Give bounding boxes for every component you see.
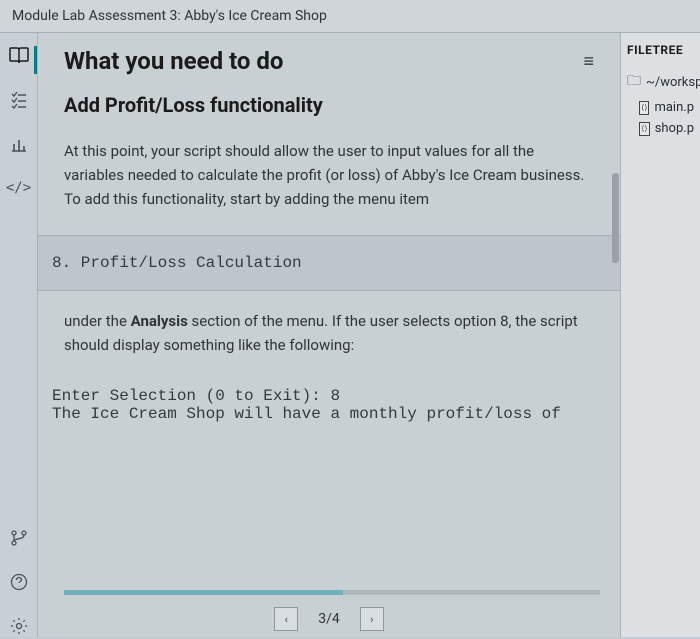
paragraph-1: At this point, your script should allow … xyxy=(64,139,594,211)
scrollbar[interactable] xyxy=(610,33,620,637)
pager-next-button[interactable]: › xyxy=(360,607,384,631)
window-title: Module Lab Assessment 3: Abby's Ice Crea… xyxy=(0,0,700,33)
gear-icon[interactable] xyxy=(8,615,30,637)
paragraph-2: under the Analysis section of the menu. … xyxy=(64,309,594,357)
instructions-panel: What you need to do ≡ Add Profit/Loss fu… xyxy=(38,33,620,637)
file-tree-panel: FILETREE 🗀 ~/workspa ⟨⟩ main.p ⟨⟩ shop.p xyxy=(620,33,700,637)
help-icon[interactable] xyxy=(8,571,30,593)
pager-prev-button[interactable]: ‹ xyxy=(274,607,298,631)
file-tree-item[interactable]: ⟨⟩ main.p xyxy=(627,97,694,118)
folder-icon: 🗀 xyxy=(627,70,641,94)
file-tree-folder[interactable]: 🗀 ~/workspa xyxy=(627,67,694,97)
code-block-2: Enter Selection (0 to Exit): 8 The Ice C… xyxy=(38,381,620,429)
page-heading: What you need to do xyxy=(64,47,283,75)
file-tree-title: FILETREE xyxy=(627,43,694,57)
checklist-icon[interactable] xyxy=(8,89,30,111)
code-block-1: 8. Profit/Loss Calculation xyxy=(38,235,620,291)
pager: ‹ 3/4 › xyxy=(38,607,620,631)
branch-icon[interactable] xyxy=(8,527,30,549)
file-icon: ⟨⟩ xyxy=(639,101,649,115)
book-icon[interactable] xyxy=(8,45,30,67)
pager-label: 3/4 xyxy=(318,611,340,627)
hamburger-icon[interactable]: ≡ xyxy=(583,51,594,72)
progress-bar xyxy=(64,590,600,595)
file-icon: ⟨⟩ xyxy=(639,122,650,136)
chart-icon[interactable] xyxy=(8,133,30,155)
code-icon[interactable]: </> xyxy=(8,177,30,199)
section-heading: Add Profit/Loss functionality xyxy=(64,93,594,117)
rail-active-indicator xyxy=(34,46,37,74)
scrollbar-thumb[interactable] xyxy=(612,173,619,263)
icon-rail: </> xyxy=(0,33,38,637)
workspace: </> What you need to do ≡ Add Profit/Los… xyxy=(0,33,700,637)
file-tree-item[interactable]: ⟨⟩ shop.p xyxy=(627,118,694,139)
